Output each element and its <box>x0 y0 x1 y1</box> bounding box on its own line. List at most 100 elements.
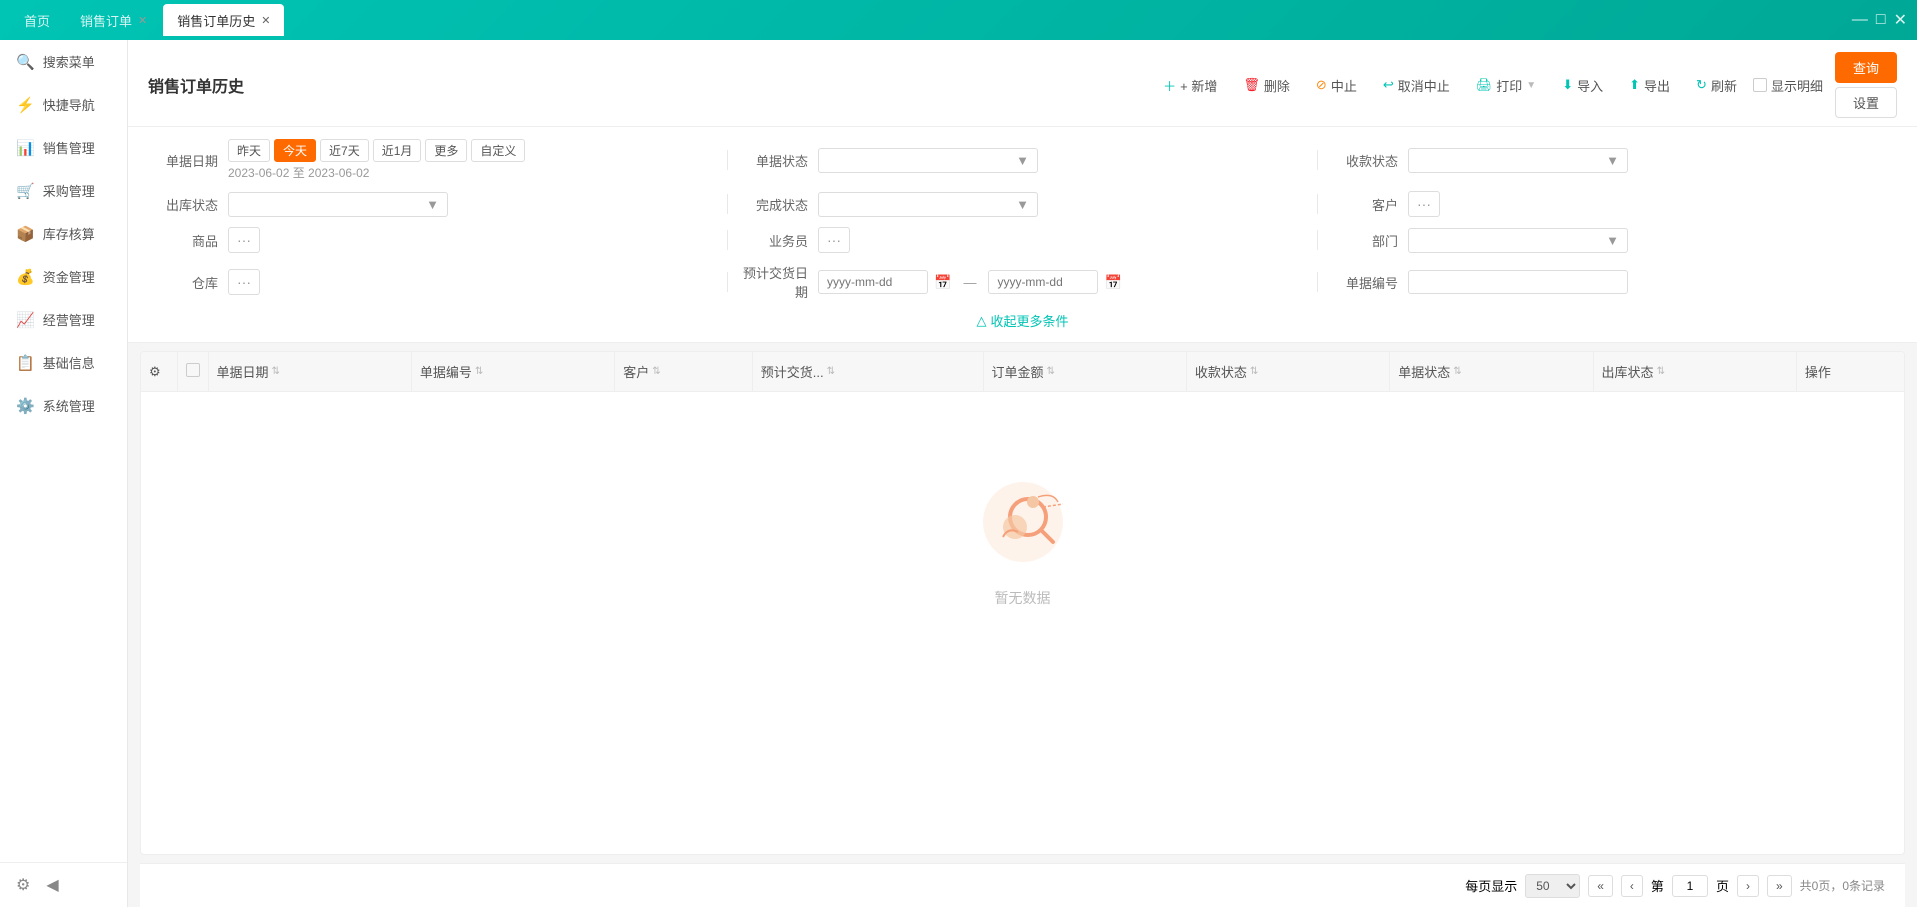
export-button[interactable]: ⬆ 导出 <box>1619 71 1680 100</box>
sidebar-item-inventory[interactable]: 📦 库存核算 <box>0 212 127 255</box>
col-status[interactable]: 单据状态 ⇅ <box>1390 352 1593 392</box>
customer-label: 客户 <box>1328 195 1408 214</box>
filter-receipt-control[interactable]: ▼ <box>1408 148 1897 173</box>
cancel-stop-button[interactable]: ↩ 取消中止 <box>1373 71 1460 100</box>
customer-dots-btn[interactable]: ··· <box>1408 191 1440 217</box>
sidebar-item-operations[interactable]: 📈 经营管理 <box>0 298 127 341</box>
prev-page-btn[interactable]: ‹ <box>1621 875 1643 897</box>
display-toggle-checkbox[interactable] <box>1753 78 1767 92</box>
sidebar-item-quick-nav[interactable]: ⚡ 快捷导航 <box>0 83 127 126</box>
maximize-icon[interactable]: □ <box>1876 11 1886 29</box>
minimize-icon[interactable]: — <box>1852 11 1868 29</box>
cal-icon-from[interactable]: 📅 <box>934 274 951 291</box>
sidebar-item-search-menu[interactable]: 🔍 搜索菜单 <box>0 40 127 83</box>
filter-complete-status-control[interactable]: ▼ <box>818 192 1307 217</box>
status-select-arrow: ▼ <box>1016 153 1029 168</box>
page-header: 销售订单历史 ＋ + 新增 🗑 删除 ⊘ 中止 ↩ 取消中止 <box>128 40 1917 127</box>
col-action: 操作 <box>1796 352 1904 392</box>
warehouse-dots-btn[interactable]: ··· <box>228 269 260 295</box>
import-button[interactable]: ⬇ 导入 <box>1552 71 1613 100</box>
col-date-sort-icon: ⇅ <box>272 366 280 377</box>
filter-customer-control[interactable]: ··· <box>1408 191 1897 217</box>
window-close-icon[interactable]: ✕ <box>1894 10 1907 30</box>
display-toggle[interactable]: 显示明细 <box>1753 76 1823 95</box>
warehouse-status-select[interactable]: ▼ <box>228 192 448 217</box>
complete-status-label: 完成状态 <box>738 195 818 214</box>
dept-select[interactable]: ▼ <box>1408 228 1628 253</box>
filter-salesperson-control[interactable]: ··· <box>818 227 1307 253</box>
sidebar-item-purchase-mgmt[interactable]: 🛒 采购管理 <box>0 169 127 212</box>
order-no-input[interactable] <box>1408 270 1628 294</box>
divider-4 <box>1317 194 1318 214</box>
sidebar-item-basic-info[interactable]: 📋 基础信息 <box>0 341 127 384</box>
delivery-date-from[interactable] <box>818 270 928 294</box>
divider-1 <box>727 150 728 170</box>
sidebar-settings-icon[interactable]: ⚙ <box>16 875 30 895</box>
filter-order-no-control[interactable] <box>1408 270 1897 294</box>
col-amount[interactable]: 订单金额 ⇅ <box>983 352 1186 392</box>
date-btn-more[interactable]: 更多 <box>425 139 467 162</box>
col-warehouse[interactable]: 出库状态 ⇅ <box>1593 352 1796 392</box>
date-btn-7days[interactable]: 近7天 <box>320 139 369 162</box>
delete-button[interactable]: 🗑 删除 <box>1233 71 1300 100</box>
page-word: 第 <box>1651 876 1664 895</box>
col-settings[interactable]: ⚙ <box>141 352 177 392</box>
col-delivery[interactable]: 预计交货... ⇅ <box>752 352 983 392</box>
tab-sales-order-history[interactable]: 销售订单历史 ✕ <box>163 4 284 36</box>
page-input[interactable] <box>1672 875 1708 897</box>
collapse-row[interactable]: △ 收起更多条件 <box>148 311 1897 330</box>
col-receipt[interactable]: 收款状态 ⇅ <box>1186 352 1389 392</box>
filter-warehouse-status-control[interactable]: ▼ <box>228 192 717 217</box>
receipt-status-select[interactable]: ▼ <box>1408 148 1628 173</box>
per-page-select[interactable]: 50 10 20 100 <box>1525 874 1580 898</box>
col-customer[interactable]: 客户 ⇅ <box>615 352 753 392</box>
filter-dept-control[interactable]: ▼ <box>1408 228 1897 253</box>
salesperson-dots-btn[interactable]: ··· <box>818 227 850 253</box>
new-button[interactable]: ＋ + 新增 <box>1153 71 1227 100</box>
delivery-date-to[interactable] <box>988 270 1098 294</box>
filter-warehouse-control[interactable]: ··· <box>228 269 717 295</box>
status-select[interactable]: ▼ <box>818 148 1038 173</box>
stop-button[interactable]: ⊘ 中止 <box>1306 71 1367 100</box>
filter-row-1: 单据日期 昨天 今天 近7天 近1月 更多 自定义 2023-06-02 至 2… <box>148 139 1897 181</box>
capital-mgmt-icon: 💰 <box>16 268 35 286</box>
date-group: 昨天 今天 近7天 近1月 更多 自定义 2023-06-02 至 2023-0… <box>228 139 525 181</box>
product-dots-btn[interactable]: ··· <box>228 227 260 253</box>
sidebar-collapse-icon[interactable]: ◀ <box>46 875 58 895</box>
query-button[interactable]: 查询 <box>1835 52 1897 83</box>
first-page-btn[interactable]: « <box>1588 875 1613 897</box>
col-customer-sort-icon: ⇅ <box>652 366 660 377</box>
tab-home[interactable]: 首页 <box>10 4 64 36</box>
sidebar-item-purchase-mgmt-label: 采购管理 <box>43 181 95 200</box>
date-btn-custom[interactable]: 自定义 <box>471 139 525 162</box>
header-checkbox[interactable] <box>186 363 200 377</box>
col-no-label: 单据编号 <box>420 362 472 381</box>
print-button[interactable]: 🖨 打印 ▼ <box>1466 71 1546 100</box>
date-dash: — <box>963 275 976 290</box>
complete-status-select[interactable]: ▼ <box>818 192 1038 217</box>
sidebar-item-sys-mgmt[interactable]: ⚙️ 系统管理 <box>0 384 127 427</box>
next-page-btn[interactable]: › <box>1737 875 1759 897</box>
tab-sales-order[interactable]: 销售订单 ✕ <box>66 4 161 36</box>
settings-icon[interactable]: ⚙ <box>149 364 161 379</box>
refresh-button[interactable]: ↻ 刷新 <box>1686 71 1747 100</box>
date-btn-today[interactable]: 今天 <box>274 139 316 162</box>
tab-sales-order-history-close[interactable]: ✕ <box>261 14 270 27</box>
filter-product-control[interactable]: ··· <box>228 227 717 253</box>
sidebar-item-sales-mgmt[interactable]: 📊 销售管理 <box>0 126 127 169</box>
export-icon: ⬆ <box>1629 77 1640 93</box>
col-checkbox[interactable] <box>177 352 208 392</box>
cancel-stop-label: 取消中止 <box>1398 76 1450 95</box>
operations-icon: 📈 <box>16 311 35 329</box>
col-no[interactable]: 单据编号 ⇅ <box>411 352 614 392</box>
top-bar-controls: — □ ✕ <box>1852 10 1907 30</box>
date-btn-1month[interactable]: 近1月 <box>373 139 422 162</box>
tab-sales-order-close[interactable]: ✕ <box>138 14 147 27</box>
col-date[interactable]: 单据日期 ⇅ <box>208 352 411 392</box>
sidebar-item-capital-mgmt[interactable]: 💰 资金管理 <box>0 255 127 298</box>
last-page-btn[interactable]: » <box>1767 875 1792 897</box>
date-btn-yesterday[interactable]: 昨天 <box>228 139 270 162</box>
filter-status-control[interactable]: ▼ <box>818 148 1307 173</box>
setting-button[interactable]: 设置 <box>1835 87 1897 118</box>
cal-icon-to[interactable]: 📅 <box>1104 274 1121 291</box>
